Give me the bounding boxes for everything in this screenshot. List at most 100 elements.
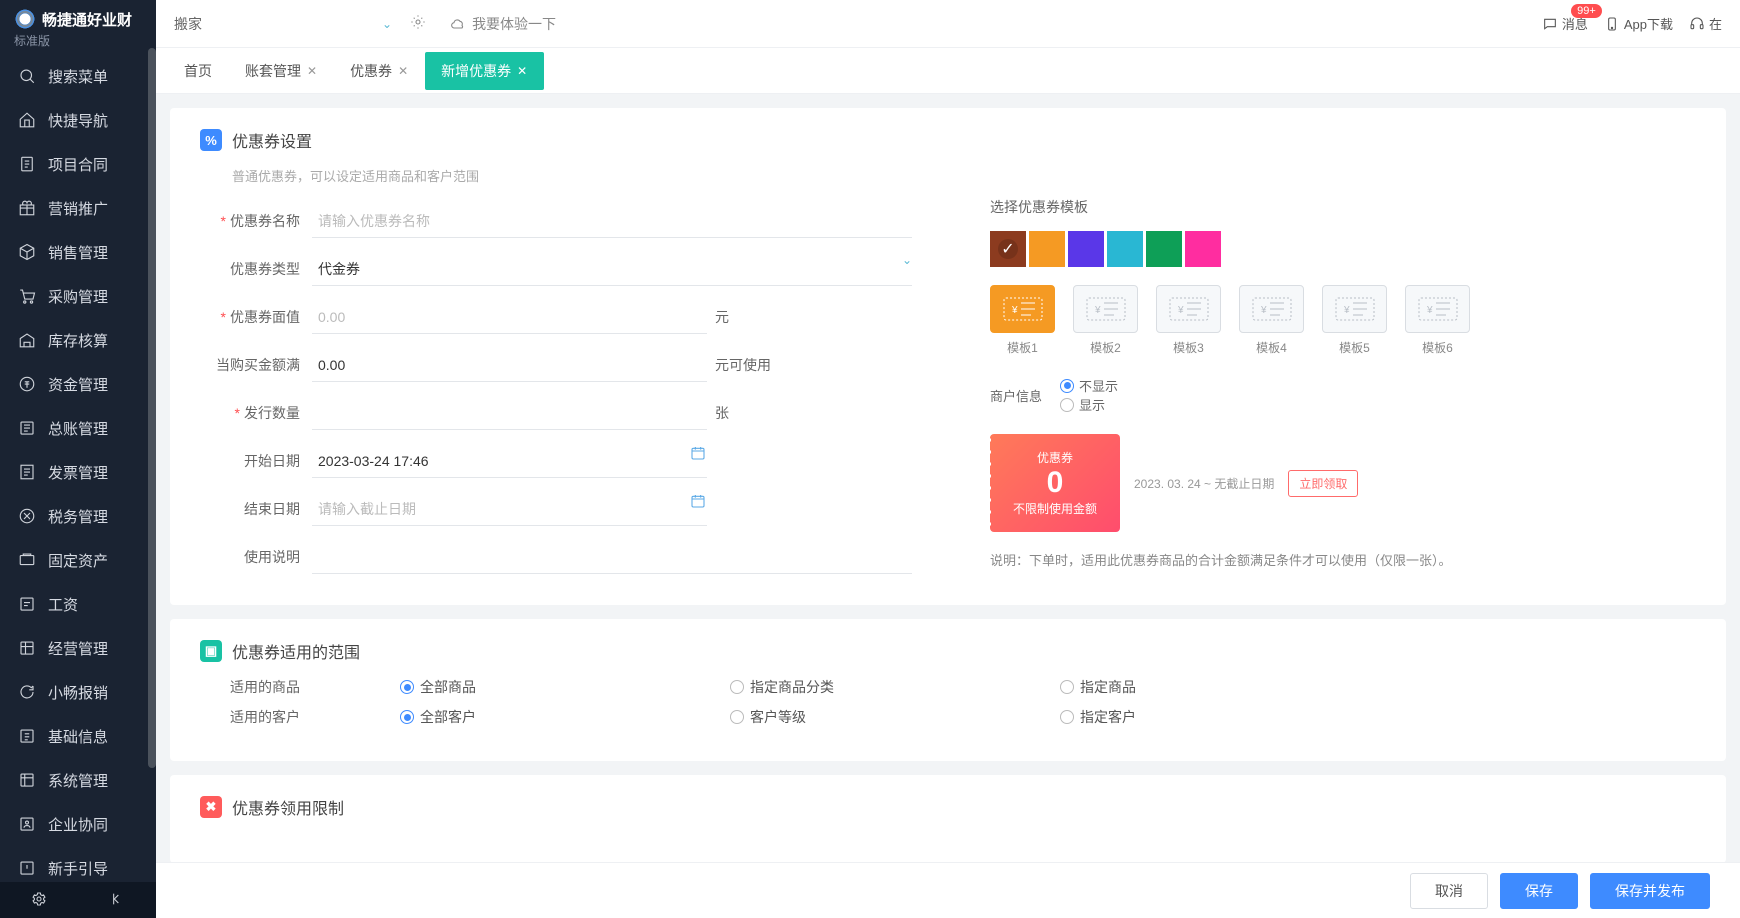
color-swatch[interactable] xyxy=(1185,231,1221,267)
sidebar-item-warehouse[interactable]: 库存核算 xyxy=(0,318,156,362)
product-scope-radio[interactable]: 指定商品分类 xyxy=(730,677,890,697)
team-icon xyxy=(18,815,36,833)
start-date-input[interactable] xyxy=(312,444,707,478)
try-experience-link[interactable]: 我要体验一下 xyxy=(450,14,556,34)
sidebar-item-home[interactable]: 快捷导航 xyxy=(0,98,156,142)
template-label: 模板3 xyxy=(1156,339,1221,356)
customer-scope-radio[interactable]: 客户等级 xyxy=(730,707,890,727)
radio-label: 指定商品分类 xyxy=(750,677,834,697)
sidebar-item-search[interactable]: 搜索菜单 xyxy=(0,54,156,98)
messages-link[interactable]: 消息 99+ xyxy=(1542,14,1588,33)
sidebar-item-salary[interactable]: 工资 xyxy=(0,582,156,626)
phone-icon xyxy=(1604,16,1620,32)
threshold-input[interactable] xyxy=(312,348,707,382)
topbar: 搬家 ⌄ 我要体验一下 消息 99+ App下载 在 xyxy=(156,0,1740,48)
template-option[interactable]: ¥模板6 xyxy=(1405,285,1470,356)
sidebar-item-gift[interactable]: 营销推广 xyxy=(0,186,156,230)
sidebar-item-money[interactable]: 资金管理 xyxy=(0,362,156,406)
headset-icon xyxy=(1689,16,1705,32)
calendar-icon[interactable] xyxy=(690,445,914,464)
label-value: 优惠券面值 xyxy=(230,309,300,325)
radio-label: 显示 xyxy=(1079,395,1105,414)
coupon-type-select[interactable] xyxy=(312,252,912,286)
coupon-name-input[interactable] xyxy=(312,204,912,238)
radio-label: 指定商品 xyxy=(1080,677,1136,697)
color-swatch[interactable] xyxy=(990,231,1026,267)
footer-actions: 取消 保存 保存并发布 xyxy=(156,862,1740,918)
cancel-button[interactable]: 取消 xyxy=(1410,873,1488,909)
calendar-icon[interactable] xyxy=(690,493,914,512)
merchant-radio[interactable]: 不显示 xyxy=(1060,376,1118,395)
tab-账套管理[interactable]: 账套管理✕ xyxy=(229,52,334,90)
close-icon[interactable]: ✕ xyxy=(517,64,527,78)
tab-优惠券[interactable]: 优惠券 ✕ xyxy=(334,52,425,90)
tab-label: 优惠券 xyxy=(350,61,392,81)
template-option[interactable]: ¥模板4 xyxy=(1239,285,1304,356)
suffix-zhang: 张 xyxy=(715,403,729,423)
sidebar-item-asset[interactable]: 固定资产 xyxy=(0,538,156,582)
settings-gear-icon[interactable] xyxy=(0,891,78,910)
scope-customer-label: 适用的客户 xyxy=(200,707,300,727)
suffix-yuan-use: 元可使用 xyxy=(715,355,771,375)
claim-button[interactable]: 立即领取 xyxy=(1288,470,1358,497)
radio-label: 不显示 xyxy=(1079,376,1118,395)
content-area[interactable]: % 优惠券设置 普通优惠券，可以设定适用商品和客户范围 *优惠券名称 优惠券类型… xyxy=(156,94,1740,862)
issue-count-input[interactable] xyxy=(312,396,707,430)
template-row: ¥模板1¥模板2¥模板3¥模板4¥模板5¥模板6 xyxy=(990,285,1696,356)
sidebar-item-manage[interactable]: 经营管理 xyxy=(0,626,156,670)
end-date-input[interactable] xyxy=(312,492,707,526)
sidebar-footer xyxy=(0,882,156,918)
sidebar-item-label: 新手引导 xyxy=(48,858,108,879)
sidebar-item-label: 资金管理 xyxy=(48,374,108,395)
sidebar-item-invoice[interactable]: 发票管理 xyxy=(0,450,156,494)
sidebar-item-info[interactable]: 基础信息 xyxy=(0,714,156,758)
template-option[interactable]: ¥模板5 xyxy=(1322,285,1387,356)
sidebar-item-cube[interactable]: 销售管理 xyxy=(0,230,156,274)
try-text: 我要体验一下 xyxy=(472,14,556,34)
preview-limit: 不限制使用金额 xyxy=(1013,500,1097,517)
sidebar-item-guide[interactable]: 新手引导 xyxy=(0,846,156,878)
collapse-sidebar-icon[interactable] xyxy=(78,891,156,910)
sidebar-scrollbar[interactable] xyxy=(148,48,156,880)
tab-新增优惠券[interactable]: 新增优惠券✕ xyxy=(425,52,544,90)
product-scope-radio[interactable]: 指定商品 xyxy=(1060,677,1220,697)
template-option[interactable]: ¥模板2 xyxy=(1073,285,1138,356)
color-swatch[interactable] xyxy=(1068,231,1104,267)
tab-首页[interactable]: 首页 xyxy=(168,52,229,90)
customer-scope-radio[interactable]: 全部客户 xyxy=(400,707,560,727)
close-icon[interactable]: ✕ xyxy=(307,64,317,78)
usage-desc-input[interactable] xyxy=(312,540,912,574)
color-swatch[interactable] xyxy=(1029,231,1065,267)
preview-amount: 0 xyxy=(1047,466,1064,500)
merchant-radio[interactable]: 显示 xyxy=(1060,395,1118,414)
template-option[interactable]: ¥模板3 xyxy=(1156,285,1221,356)
sidebar-item-tax[interactable]: 税务管理 xyxy=(0,494,156,538)
customer-scope-radio[interactable]: 指定客户 xyxy=(1060,707,1220,727)
sidebar-item-refresh[interactable]: 小畅报销 xyxy=(0,670,156,714)
svg-text:¥: ¥ xyxy=(1260,305,1267,316)
radio-dot-icon xyxy=(1060,379,1074,393)
color-swatch[interactable] xyxy=(1107,231,1143,267)
sidebar-item-document[interactable]: 项目合同 xyxy=(0,142,156,186)
topbar-gear-icon[interactable] xyxy=(410,14,426,33)
radio-dot-icon xyxy=(730,680,744,694)
support-link[interactable]: 在 xyxy=(1689,14,1722,33)
sidebar-item-team[interactable]: 企业协同 xyxy=(0,802,156,846)
coupon-value-input[interactable] xyxy=(312,300,707,334)
template-option[interactable]: ¥模板1 xyxy=(990,285,1055,356)
sidebar-item-label: 税务管理 xyxy=(48,506,108,527)
product-scope-radio[interactable]: 全部商品 xyxy=(400,677,560,697)
save-publish-button[interactable]: 保存并发布 xyxy=(1590,873,1710,909)
close-icon[interactable]: ✕ xyxy=(398,64,408,78)
sidebar-item-label: 库存核算 xyxy=(48,330,108,351)
sidebar-item-ledger[interactable]: 总账管理 xyxy=(0,406,156,450)
salary-icon xyxy=(18,595,36,613)
sidebar-item-system[interactable]: 系统管理 xyxy=(0,758,156,802)
color-swatch[interactable] xyxy=(1146,231,1182,267)
save-button[interactable]: 保存 xyxy=(1500,873,1578,909)
app-download-link[interactable]: App下载 xyxy=(1604,14,1673,33)
sidebar-item-cart[interactable]: 采购管理 xyxy=(0,274,156,318)
panel-title: 优惠券设置 xyxy=(232,128,312,152)
limit-icon: ✖ xyxy=(200,796,222,818)
org-selector[interactable]: 搬家 ⌄ xyxy=(174,14,392,34)
